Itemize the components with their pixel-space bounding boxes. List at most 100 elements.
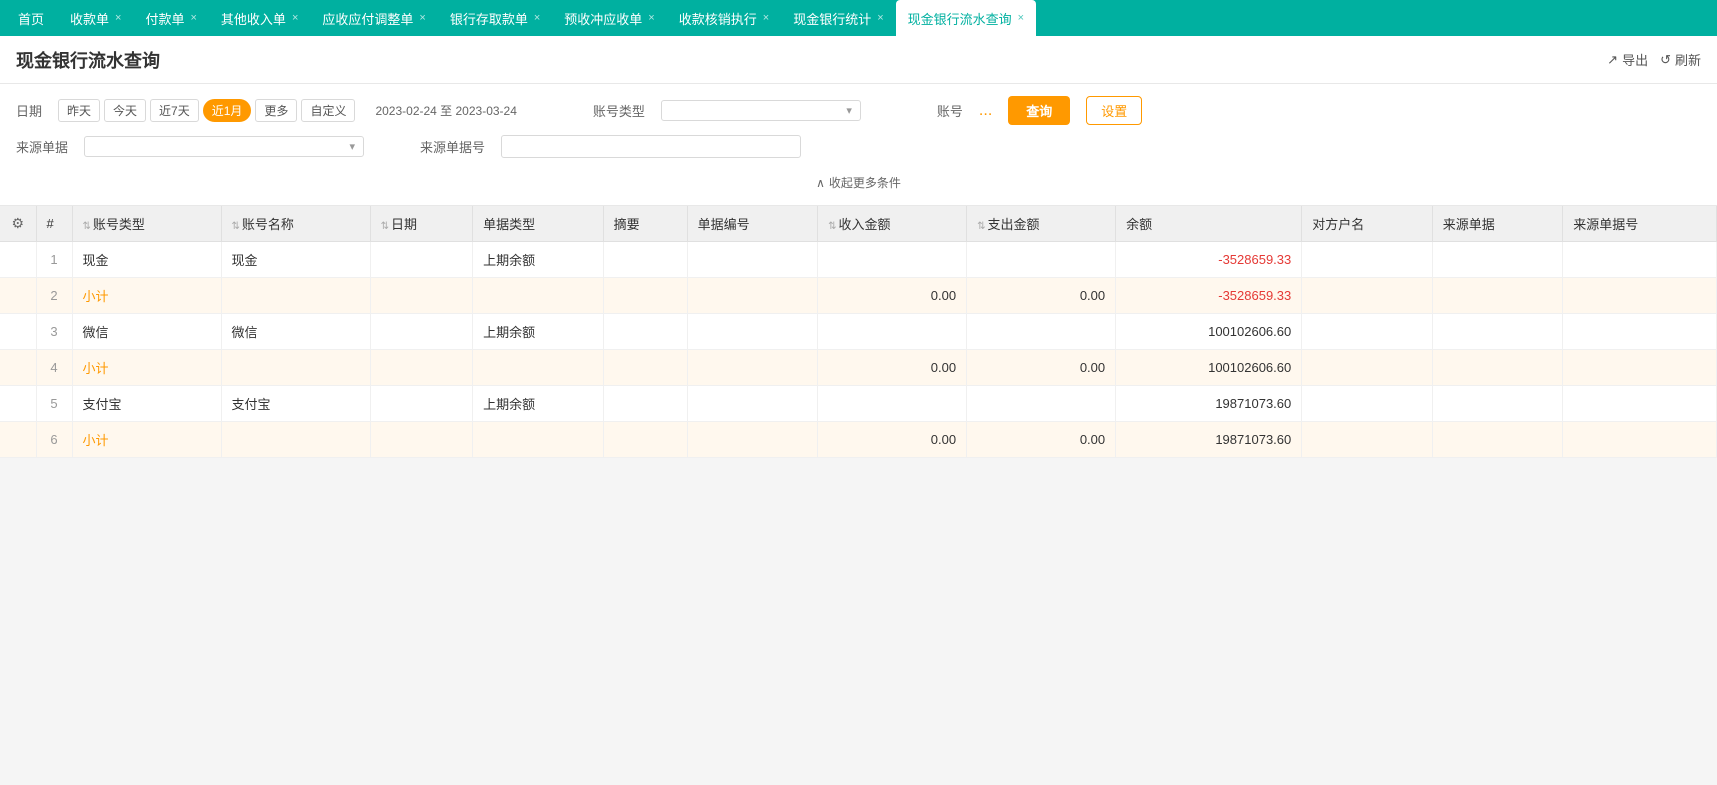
cell-source-doc-num: [1563, 242, 1717, 278]
date-label: 日期: [16, 101, 42, 120]
nav-payment-close[interactable]: ×: [190, 12, 196, 24]
nav-cash-bank-flow-close[interactable]: ×: [1018, 12, 1024, 24]
source-doc-num-input[interactable]: [501, 135, 801, 158]
account-type-arrow-icon: ▾: [846, 104, 852, 117]
col-date[interactable]: ⇅日期: [370, 206, 473, 242]
date-btn-7days[interactable]: 近7天: [150, 99, 199, 122]
cell-source-doc: [1432, 242, 1562, 278]
table-container: ⚙ # ⇅账号类型 ⇅账号名称 ⇅日期 单据类型 摘要 单据编号 ⇅收入金额 ⇅…: [0, 206, 1717, 458]
settings-button[interactable]: 设置: [1086, 96, 1142, 125]
source-doc-arrow-icon: ▾: [349, 140, 355, 153]
cell-income: 0.00: [818, 422, 967, 458]
cell-doc-type: 上期余额: [473, 386, 603, 422]
filter-row-2: 来源单据 ▾ 来源单据号: [16, 135, 1701, 158]
collapse-bar[interactable]: ∧ 收起更多条件: [16, 168, 1701, 193]
nav-payment[interactable]: 付款单 ×: [133, 0, 208, 36]
col-doc-type: 单据类型: [473, 206, 603, 242]
cell-expense: [967, 386, 1116, 422]
cell-income: 0.00: [818, 278, 967, 314]
query-button[interactable]: 查询: [1008, 96, 1070, 125]
cell-account-name: 现金: [221, 242, 370, 278]
col-source-doc: 来源单据: [1432, 206, 1562, 242]
nav-cash-bank-flow-label: 现金银行流水查询: [908, 9, 1012, 28]
table-row: 2 小计 0.00 0.00 -3528659.33: [0, 278, 1717, 314]
col-doc-num: 单据编号: [687, 206, 817, 242]
table-row: 1 现金 现金 上期余额 -3528659.33: [0, 242, 1717, 278]
nav-prepay-offset[interactable]: 预收冲应收单 ×: [552, 0, 666, 36]
cell-doc-num: [687, 350, 817, 386]
col-balance: 余额: [1116, 206, 1302, 242]
cell-doc-type: [473, 422, 603, 458]
source-doc-label: 来源单据: [16, 137, 68, 156]
table-row: 5 支付宝 支付宝 上期余额 19871073.60: [0, 386, 1717, 422]
source-doc-select[interactable]: ▾: [84, 136, 364, 157]
refresh-button[interactable]: ↺ 刷新: [1660, 50, 1701, 69]
cell-counterpart: [1302, 350, 1432, 386]
nav-home-label: 首页: [18, 9, 44, 28]
cell-num: 2: [36, 278, 72, 314]
nav-other-income-label: 其他收入单: [221, 9, 286, 28]
table-header: ⚙ # ⇅账号类型 ⇅账号名称 ⇅日期 单据类型 摘要 单据编号 ⇅收入金额 ⇅…: [0, 206, 1717, 242]
cell-doc-type: 上期余额: [473, 242, 603, 278]
nav-ar-ap-adjust[interactable]: 应收应付调整单 ×: [310, 0, 437, 36]
filter-area: 日期 昨天 今天 近7天 近1月 更多 自定义 2023-02-24 至 202…: [0, 84, 1717, 206]
export-button[interactable]: ↗ 导出: [1607, 50, 1648, 69]
date-btn-yesterday[interactable]: 昨天: [58, 99, 100, 122]
cell-counterpart: [1302, 278, 1432, 314]
cell-expense: [967, 242, 1116, 278]
col-account-type[interactable]: ⇅账号类型: [72, 206, 221, 242]
nav-receipt-close[interactable]: ×: [115, 12, 121, 24]
nav-cash-bank-stat-close[interactable]: ×: [877, 12, 883, 24]
page-header: 现金银行流水查询 ↗ 导出 ↺ 刷新: [0, 36, 1717, 84]
cell-income: [818, 386, 967, 422]
date-btn-today[interactable]: 今天: [104, 99, 146, 122]
table-row: 6 小计 0.00 0.00 19871073.60: [0, 422, 1717, 458]
nav-bank-deposit[interactable]: 银行存取款单 ×: [438, 0, 552, 36]
date-range: 2023-02-24 至 2023-03-24: [375, 102, 516, 119]
cell-num: 4: [36, 350, 72, 386]
date-btn-1month[interactable]: 近1月: [203, 99, 252, 122]
nav-other-income[interactable]: 其他收入单 ×: [209, 0, 310, 36]
cell-num: 3: [36, 314, 72, 350]
nav-cash-bank-flow[interactable]: 现金银行流水查询 ×: [896, 0, 1036, 36]
date-btn-custom[interactable]: 自定义: [301, 99, 355, 122]
nav-receipt[interactable]: 收款单 ×: [58, 0, 133, 36]
table-settings-icon[interactable]: ⚙: [11, 215, 24, 231]
col-expense[interactable]: ⇅支出金额: [967, 206, 1116, 242]
date-btn-more[interactable]: 更多: [255, 99, 297, 122]
nav-prepay-offset-close[interactable]: ×: [648, 12, 654, 24]
account-dots[interactable]: ...: [979, 102, 992, 120]
cell-summary: [603, 314, 687, 350]
cell-source-doc-num: [1563, 422, 1717, 458]
nav-bank-deposit-close[interactable]: ×: [534, 12, 540, 24]
cell-source-doc: [1432, 350, 1562, 386]
cell-counterpart: [1302, 314, 1432, 350]
cell-balance: -3528659.33: [1116, 278, 1302, 314]
top-nav: 首页 收款单 × 付款单 × 其他收入单 × 应收应付调整单 × 银行存取款单 …: [0, 0, 1717, 36]
cell-account-type: 小计: [72, 422, 221, 458]
nav-home[interactable]: 首页: [4, 0, 58, 36]
cell-account-type: 小计: [72, 278, 221, 314]
cell-doc-type: [473, 278, 603, 314]
nav-other-income-close[interactable]: ×: [292, 12, 298, 24]
nav-receipt-label: 收款单: [70, 9, 109, 28]
page-title: 现金银行流水查询: [16, 47, 160, 73]
cell-date: [370, 422, 473, 458]
cell-date: [370, 314, 473, 350]
collapse-up-icon: ∧: [816, 176, 825, 190]
cell-settings: [0, 386, 36, 422]
col-income[interactable]: ⇅收入金额: [818, 206, 967, 242]
nav-cash-bank-stat[interactable]: 现金银行统计 ×: [781, 0, 895, 36]
cell-source-doc: [1432, 278, 1562, 314]
account-type-select[interactable]: ▾: [661, 100, 861, 121]
col-settings[interactable]: ⚙: [0, 206, 36, 242]
cell-date: [370, 386, 473, 422]
cell-income: 0.00: [818, 350, 967, 386]
cell-doc-type: [473, 350, 603, 386]
nav-receipt-verify-close[interactable]: ×: [763, 12, 769, 24]
nav-ar-ap-adjust-close[interactable]: ×: [419, 12, 425, 24]
cell-source-doc: [1432, 314, 1562, 350]
nav-receipt-verify[interactable]: 收款核销执行 ×: [667, 0, 781, 36]
table-row: 4 小计 0.00 0.00 100102606.60: [0, 350, 1717, 386]
col-account-name[interactable]: ⇅账号名称: [221, 206, 370, 242]
